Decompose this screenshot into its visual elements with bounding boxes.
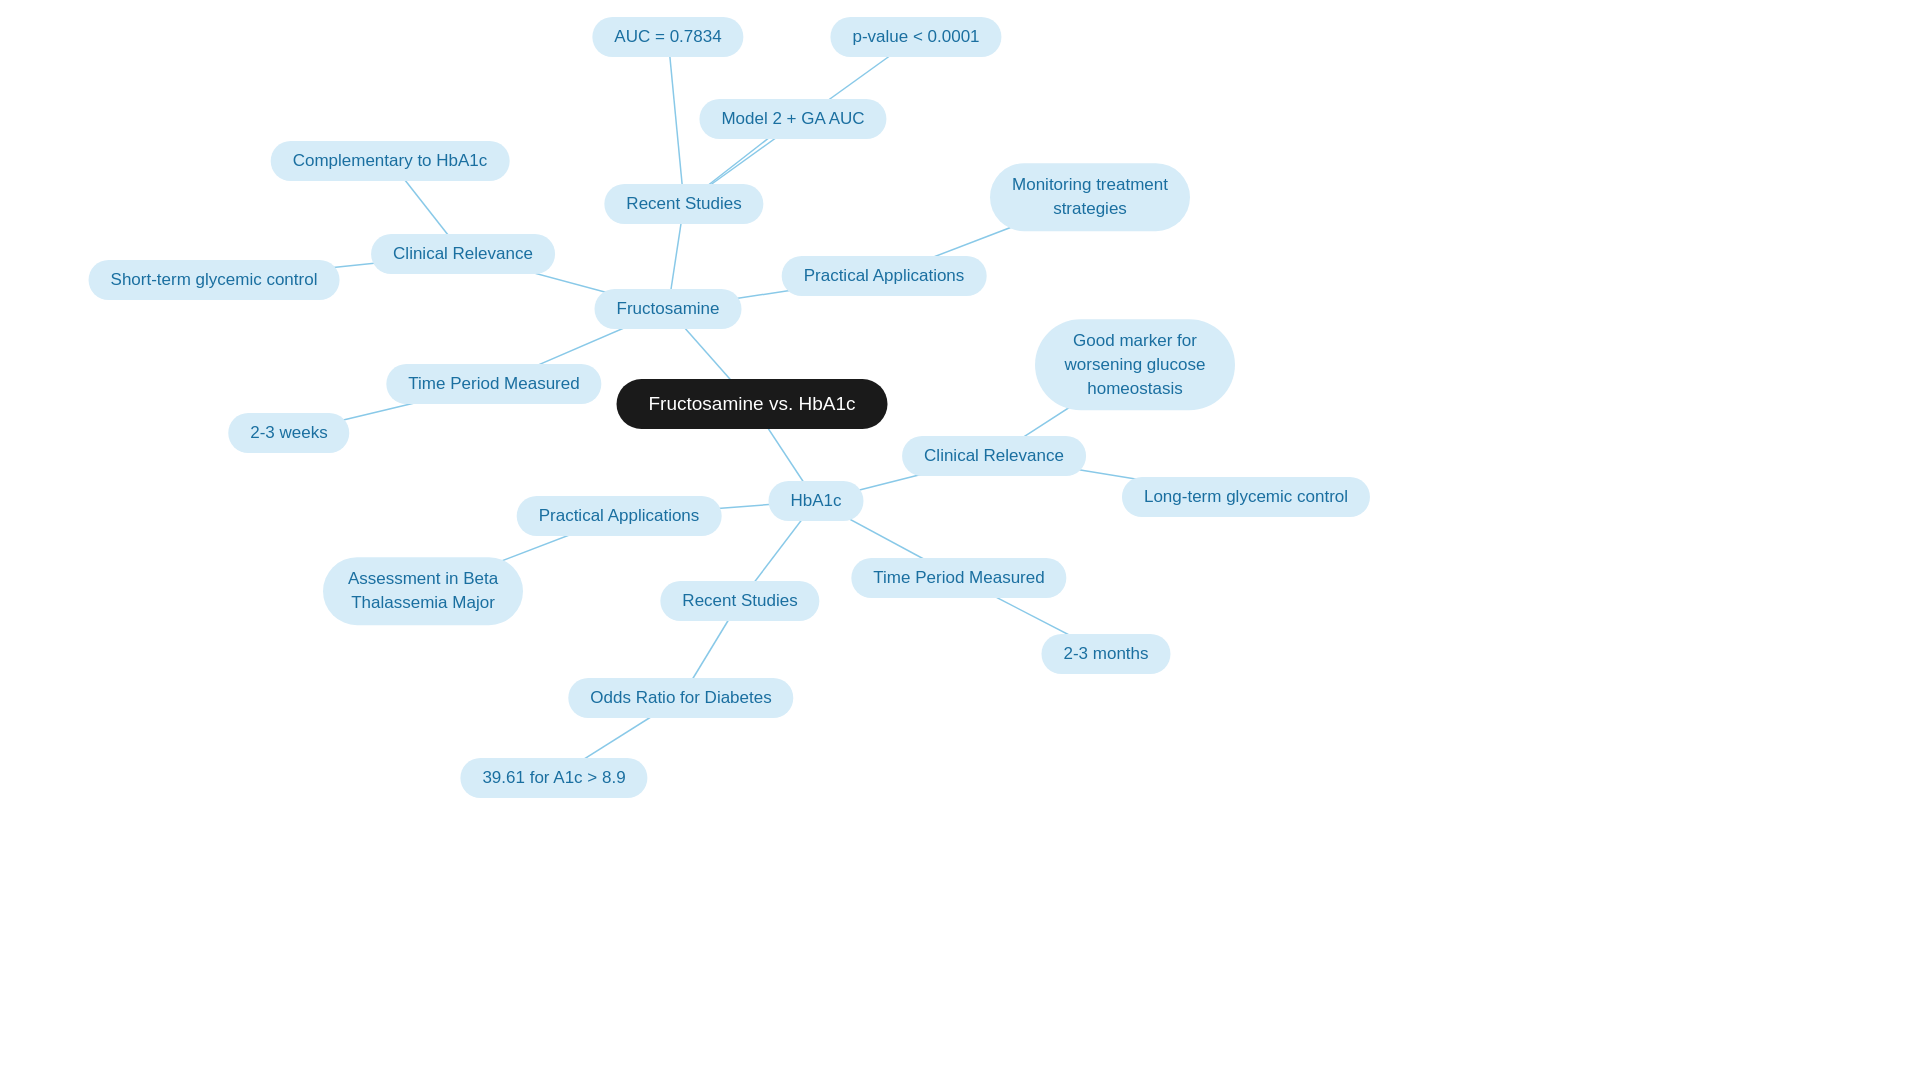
node-hba1c-recent[interactable]: Recent Studies	[660, 581, 819, 621]
center-node[interactable]: Fructosamine vs. HbA1c	[617, 379, 888, 429]
mind-map: Fructosamine vs. HbA1c Fructosamine HbA1c R…	[0, 0, 1920, 1083]
node-odds-ratio[interactable]: Odds Ratio for Diabetes	[568, 678, 793, 718]
node-model2[interactable]: Model 2 + GA AUC	[699, 99, 886, 139]
node-hba1c-time-period[interactable]: Time Period Measured	[851, 558, 1066, 598]
node-good-marker[interactable]: Good marker for worsening glucose homeos…	[1035, 319, 1235, 410]
node-hba1c[interactable]: HbA1c	[768, 481, 863, 521]
node-fructosamine[interactable]: Fructosamine	[595, 289, 742, 329]
node-long-term[interactable]: Long-term glycemic control	[1122, 477, 1370, 517]
node-monitoring[interactable]: Monitoring treatment strategies	[990, 163, 1190, 231]
svg-line-6	[668, 37, 684, 204]
node-short-term[interactable]: Short-term glycemic control	[89, 260, 340, 300]
node-39-61[interactable]: 39.61 for A1c > 8.9	[460, 758, 647, 798]
node-hba1c-clinical[interactable]: Clinical Relevance	[902, 436, 1086, 476]
node-months-2-3[interactable]: 2-3 months	[1041, 634, 1170, 674]
node-hba1c-practical[interactable]: Practical Applications	[517, 496, 722, 536]
node-fruct-recent-studies[interactable]: Recent Studies	[604, 184, 763, 224]
node-fruct-practical-apps[interactable]: Practical Applications	[782, 256, 987, 296]
node-auc[interactable]: AUC = 0.7834	[592, 17, 743, 57]
node-fruct-clinical-relevance[interactable]: Clinical Relevance	[371, 234, 555, 274]
node-weeks-2-3[interactable]: 2-3 weeks	[228, 413, 349, 453]
node-fruct-time-period[interactable]: Time Period Measured	[386, 364, 601, 404]
node-pvalue[interactable]: p-value < 0.0001	[830, 17, 1001, 57]
node-beta-thal[interactable]: Assessment in Beta Thalassemia Major	[323, 557, 523, 625]
node-comp-hba1c[interactable]: Complementary to HbA1c	[271, 141, 510, 181]
